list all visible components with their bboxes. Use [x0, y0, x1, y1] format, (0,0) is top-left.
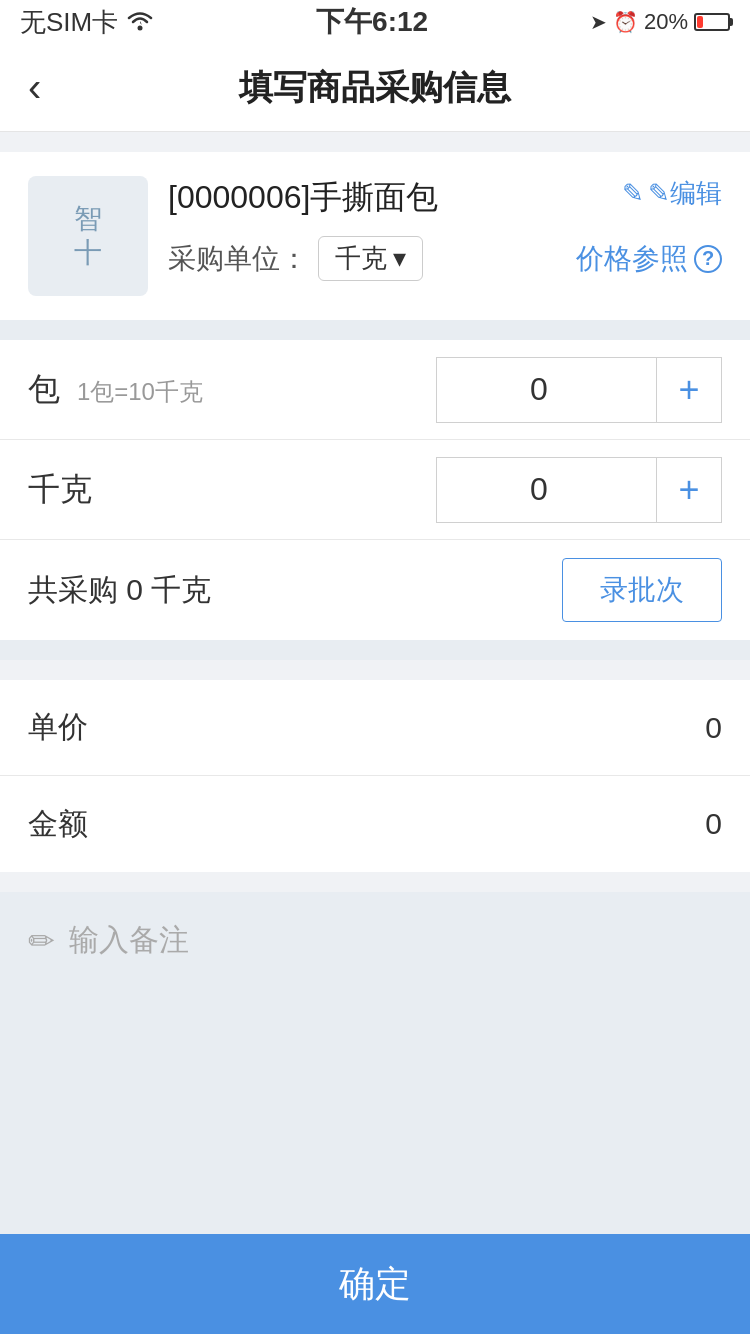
price-ref-icon: ? — [694, 245, 722, 273]
pack-label: 包 1包=10千克 — [28, 368, 436, 412]
status-right: ➤ ⏰ 20% — [590, 9, 730, 35]
location-icon: ➤ — [590, 10, 607, 34]
kg-label: 千克 — [28, 468, 436, 512]
edit-icon: ✎ — [622, 178, 644, 209]
pack-input[interactable] — [436, 357, 656, 423]
unit-value: 千克 — [335, 241, 387, 276]
section-divider-2 — [0, 640, 750, 660]
confirm-button[interactable]: 确定 — [0, 1234, 750, 1334]
remark-placeholder: 输入备注 — [69, 920, 189, 961]
pack-plus-button[interactable]: + — [656, 357, 722, 423]
batch-button[interactable]: 录批次 — [562, 558, 722, 622]
summary-label: 共采购 0 千克 — [28, 570, 211, 611]
pack-sub-label: 1包=10千克 — [77, 378, 203, 405]
amount-label: 金额 — [28, 804, 88, 845]
section-divider-1 — [0, 320, 750, 340]
product-logo: 智 十 — [74, 202, 102, 269]
kg-plus-button[interactable]: + — [656, 457, 722, 523]
price-reference-button[interactable]: 价格参照 ? — [576, 240, 722, 278]
unit-label: 采购单位： — [168, 240, 308, 278]
unit-dropdown[interactable]: 千克 ▾ — [318, 236, 423, 281]
back-button[interactable]: ‹ — [28, 65, 41, 110]
product-image: 智 十 — [28, 176, 148, 296]
status-bar: 无SIM卡 下午6:12 ➤ ⏰ 20% — [0, 0, 750, 44]
svg-point-0 — [138, 25, 143, 30]
nav-bar: ‹ 填写商品采购信息 — [0, 44, 750, 132]
product-name: [0000006]手撕面包 — [168, 176, 438, 220]
amount-row: 金额 0 — [0, 776, 750, 872]
kg-input-row: 千克 + — [0, 440, 750, 540]
summary-row: 共采购 0 千克 录批次 — [0, 540, 750, 640]
battery-icon — [694, 13, 730, 31]
unit-price-value: 0 — [705, 711, 722, 745]
product-info: [0000006]手撕面包 ✎ ✎编辑 采购单位： 千克 ▾ 价格参照 ? — [168, 176, 722, 281]
unit-price-row: 单价 0 — [0, 680, 750, 776]
kg-input[interactable] — [436, 457, 656, 523]
page-title: 填写商品采购信息 — [239, 65, 511, 111]
amount-value: 0 — [705, 807, 722, 841]
edit-button[interactable]: ✎ ✎编辑 — [622, 176, 722, 211]
status-left: 无SIM卡 — [20, 5, 154, 40]
remark-section[interactable]: ✏ 输入备注 — [0, 892, 750, 992]
pack-input-row: 包 1包=10千克 + — [0, 340, 750, 440]
pack-input-wrap: + — [436, 357, 722, 423]
unit-price-label: 单价 — [28, 707, 88, 748]
carrier-text: 无SIM卡 — [20, 5, 118, 40]
edit-label: ✎编辑 — [648, 176, 722, 211]
status-time: 下午6:12 — [316, 3, 428, 41]
product-unit-row: 采购单位： 千克 ▾ 价格参照 ? — [168, 236, 722, 281]
remark-icon: ✏ — [28, 922, 55, 960]
kg-input-wrap: + — [436, 457, 722, 523]
product-card: 智 十 [0000006]手撕面包 ✎ ✎编辑 采购单位： 千克 ▾ 价格参照 — [0, 152, 750, 320]
wifi-icon — [126, 7, 154, 38]
price-section: 单价 0 金额 0 — [0, 680, 750, 872]
dropdown-arrow: ▾ — [393, 243, 406, 274]
price-ref-label: 价格参照 — [576, 240, 688, 278]
product-title-row: [0000006]手撕面包 ✎ ✎编辑 — [168, 176, 722, 220]
summary-section: 共采购 0 千克 录批次 — [0, 540, 750, 640]
alarm-icon: ⏰ — [613, 10, 638, 34]
battery-percent: 20% — [644, 9, 688, 35]
input-section: 包 1包=10千克 + 千克 + — [0, 340, 750, 540]
unit-selector-group: 采购单位： 千克 ▾ — [168, 236, 423, 281]
